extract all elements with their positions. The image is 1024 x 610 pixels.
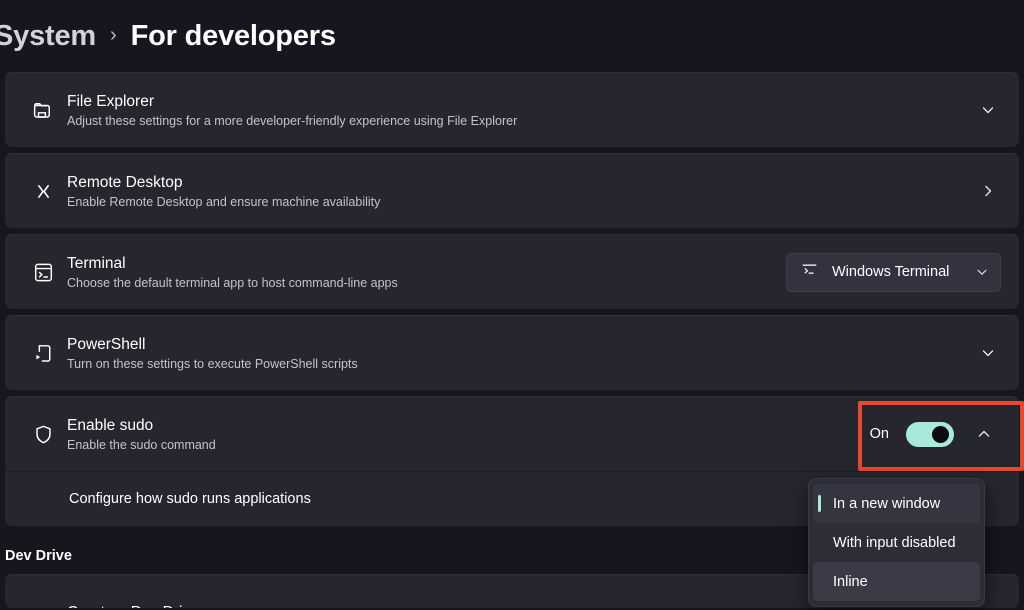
page-title: For developers [130, 19, 336, 52]
folder-icon [21, 98, 65, 123]
terminal-app-icon [800, 260, 819, 284]
dev-drive-icon [21, 600, 65, 609]
setting-subtitle: Turn on these settings to execute PowerS… [67, 356, 358, 371]
setting-title: Terminal [67, 254, 126, 272]
chevron-down-icon[interactable] [975, 265, 989, 279]
setting-subtitle: Choose the default terminal app to host … [67, 275, 398, 290]
setting-control-remote-desktop[interactable] [975, 178, 1001, 204]
breadcrumb-separator-icon: › [109, 23, 117, 46]
flyout-item-label: Inline [833, 573, 868, 590]
dropdown-selected-value: Windows Terminal [832, 264, 950, 280]
setting-title: Enable sudo [67, 416, 154, 434]
selection-indicator [818, 495, 821, 512]
chevron-down-icon[interactable] [975, 340, 1001, 366]
setting-subtitle: Enable Remote Desktop and ensure machine… [67, 194, 381, 209]
setting-control-enable-sudo[interactable]: On [870, 421, 1001, 447]
setting-row-remote-desktop[interactable]: Remote Desktop Enable Remote Desktop and… [5, 154, 1019, 228]
flyout-item-label: With input disabled [833, 534, 956, 551]
setting-subtitle: Adjust these settings for a more develop… [67, 113, 518, 128]
setting-row-enable-sudo[interactable]: Enable sudo Enable the sudo command On [5, 397, 1019, 471]
chevron-down-icon[interactable] [975, 97, 1001, 123]
setting-row-powershell[interactable]: PowerShell Turn on these settings to exe… [5, 316, 1019, 390]
chevron-right-icon[interactable] [975, 178, 1001, 204]
setting-control-powershell[interactable] [975, 340, 1001, 366]
setting-text-powershell: PowerShell Turn on these settings to exe… [65, 335, 975, 372]
setting-text-enable-sudo: Enable sudo Enable the sudo command [65, 416, 870, 453]
toggle-knob [932, 425, 949, 443]
breadcrumb-parent-system[interactable]: System [0, 20, 96, 53]
setting-control-file-explorer[interactable] [975, 97, 1001, 123]
sudo-toggle-state-label: On [869, 426, 889, 442]
setting-title: File Explorer [67, 92, 154, 110]
flyout-item-label: In a new window [833, 495, 941, 512]
setting-subtitle: Enable the sudo command [67, 437, 216, 452]
setting-text-remote-desktop: Remote Desktop Enable Remote Desktop and… [65, 173, 975, 210]
setting-card-file-explorer[interactable]: File Explorer Adjust these settings for … [5, 72, 1019, 147]
chevron-up-icon[interactable] [971, 421, 997, 447]
sudo-mode-flyout-menu[interactable]: In a new window With input disabled Inli… [808, 478, 985, 607]
setting-title: Remote Desktop [67, 173, 183, 191]
setting-row-terminal: Terminal Choose the default terminal app… [5, 235, 1019, 309]
shield-icon [21, 422, 65, 447]
terminal-icon [21, 260, 65, 285]
setting-card-powershell[interactable]: PowerShell Turn on these settings to exe… [5, 315, 1019, 390]
flyout-item-inline[interactable]: Inline [813, 562, 980, 601]
setting-text-terminal: Terminal Choose the default terminal app… [65, 254, 786, 291]
setting-title: PowerShell [67, 335, 146, 353]
sudo-configure-label: Configure how sudo runs applications [69, 491, 311, 507]
setting-text-file-explorer: File Explorer Adjust these settings for … [65, 92, 975, 129]
powershell-icon [21, 341, 65, 366]
breadcrumb: System › For developers [0, 0, 1024, 72]
flyout-item-in-a-new-window[interactable]: In a new window [813, 484, 980, 523]
remote-desktop-icon [21, 179, 65, 204]
default-terminal-dropdown[interactable]: Windows Terminal [786, 252, 1001, 292]
setting-control-terminal[interactable]: Windows Terminal [786, 252, 1001, 292]
sudo-toggle-switch[interactable] [906, 421, 954, 447]
setting-card-terminal[interactable]: Terminal Choose the default terminal app… [5, 234, 1019, 309]
setting-row-file-explorer[interactable]: File Explorer Adjust these settings for … [5, 73, 1019, 147]
setting-card-remote-desktop[interactable]: Remote Desktop Enable Remote Desktop and… [5, 153, 1019, 228]
flyout-item-with-input-disabled[interactable]: With input disabled [813, 523, 980, 562]
